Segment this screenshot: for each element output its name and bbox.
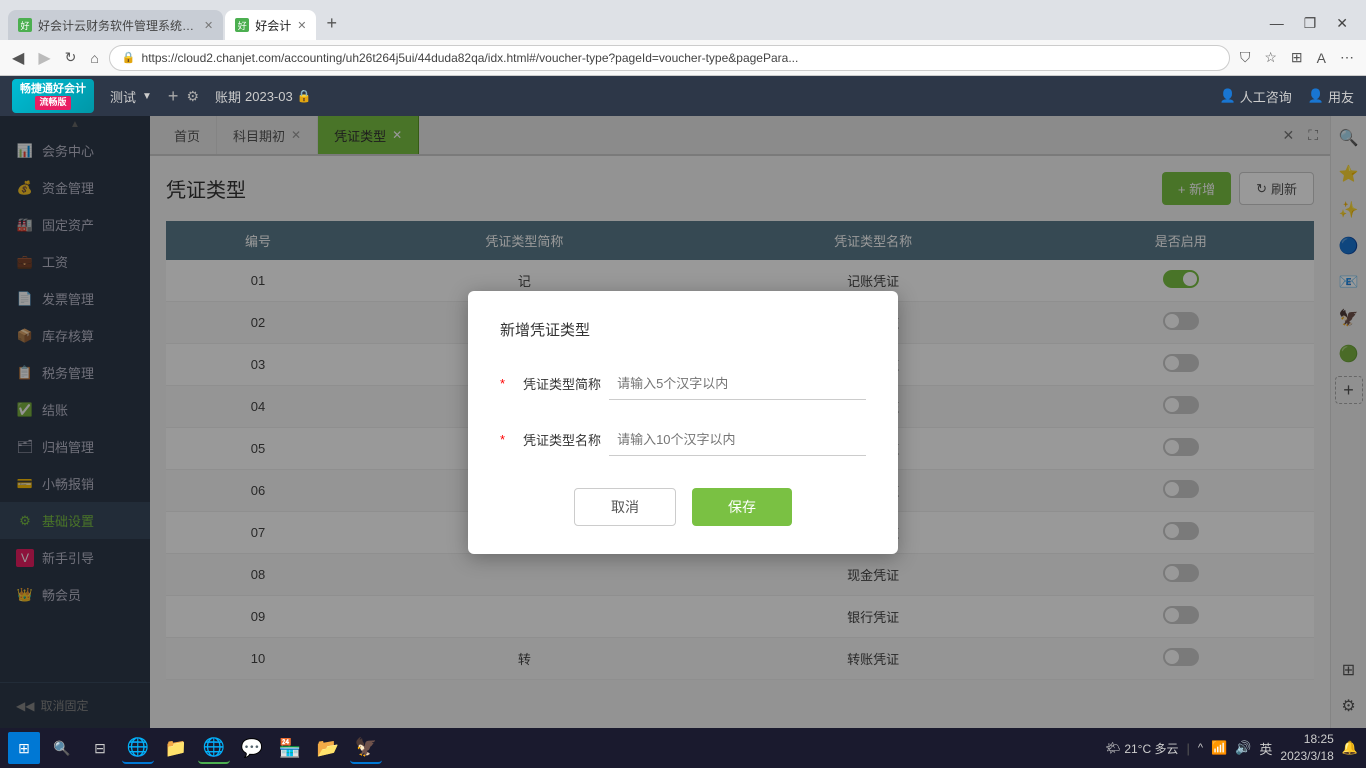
- app-header: 畅捷通好会计 流畅版 测试 ▼ + ⚙ 账期 2023-03 🔒 👤 人工咨询 …: [0, 76, 1366, 116]
- browser-tab-inactive[interactable]: 好 好会计云财务软件管理系统_会计 ✕: [8, 10, 223, 40]
- start-button[interactable]: ⊞: [8, 732, 40, 764]
- weather-icon: 🌤: [1105, 741, 1120, 755]
- close-button[interactable]: ✕: [1330, 13, 1354, 34]
- name-input[interactable]: [609, 424, 866, 456]
- new-tab-button[interactable]: +: [318, 13, 345, 40]
- wechat-taskbar-icon[interactable]: 💬: [236, 732, 268, 764]
- taskbar-wifi-icon: 📶: [1211, 740, 1227, 756]
- short-label: 凭证类型简称: [513, 374, 601, 393]
- window-controls: — ❐ ✕: [1264, 13, 1358, 40]
- taskbar-arrow[interactable]: ^: [1198, 742, 1203, 754]
- period-info: 账期 2023-03 🔒: [215, 87, 312, 106]
- windows-icon: ⊞: [18, 740, 30, 757]
- company-dropdown-icon: ▼: [142, 91, 152, 102]
- home-button[interactable]: ⌂: [86, 48, 102, 68]
- taskbar-volume-icon[interactable]: 🔊: [1235, 740, 1251, 756]
- required-star-name: *: [500, 432, 505, 447]
- taskbar-right: 🌤 21°C 多云 | ^ 📶 🔊 英 18:25 2023/3/18 🔔: [1105, 731, 1358, 765]
- chrome-taskbar-icon[interactable]: 🌐: [198, 732, 230, 764]
- tab-grid-icon[interactable]: ⊞: [1287, 47, 1307, 68]
- logo-sub-badge: 流畅版: [35, 96, 70, 110]
- more-icon[interactable]: ⋯: [1336, 47, 1358, 68]
- user-icon: 👤: [1308, 88, 1324, 104]
- modal-form: * 凭证类型简称 * 凭证类型名称: [500, 368, 866, 456]
- tab2-label: 好会计: [255, 17, 291, 34]
- edge2-taskbar-icon[interactable]: 🦅: [350, 732, 382, 764]
- short-input[interactable]: [609, 368, 866, 400]
- form-row-name: * 凭证类型名称: [500, 424, 866, 456]
- company-selector[interactable]: 测试 ▼: [102, 83, 160, 110]
- address-text: https://cloud2.chanjet.com/accounting/uh…: [142, 51, 1217, 65]
- taskbar-notification[interactable]: 🔔: [1342, 740, 1358, 756]
- taskbar-clock[interactable]: 18:25 2023/3/18: [1280, 731, 1333, 765]
- period-label: 账期: [215, 87, 241, 106]
- tab2-close[interactable]: ✕: [297, 19, 306, 32]
- user-button[interactable]: 👤 用友: [1308, 87, 1354, 106]
- cancel-button[interactable]: 取消: [574, 488, 676, 526]
- forward-button[interactable]: ▶: [34, 46, 54, 70]
- reload-button[interactable]: ↻: [61, 47, 81, 68]
- browser-tab-bar: 好 好会计云财务软件管理系统_会计 ✕ 好 好会计 ✕ +: [8, 0, 1264, 40]
- extensions-icon[interactable]: ⛉: [1236, 47, 1255, 68]
- taskbar-date: 2023/3/18: [1280, 748, 1333, 765]
- modal-overlay: 新增凭证类型 * 凭证类型简称 * 凭证类型名称 取消 保存: [0, 116, 1366, 728]
- search-taskbar[interactable]: 🔍: [46, 732, 78, 764]
- explorer-taskbar-icon[interactable]: 📁: [160, 732, 192, 764]
- logo-main-text: 畅捷通好会计: [20, 82, 86, 96]
- modal-actions: 取消 保存: [500, 488, 866, 526]
- modal-dialog: 新增凭证类型 * 凭证类型简称 * 凭证类型名称 取消 保存: [468, 291, 898, 554]
- bookmark-icon[interactable]: ☆: [1260, 47, 1281, 68]
- company-name: 测试: [110, 87, 136, 106]
- modal-title: 新增凭证类型: [500, 319, 866, 340]
- browser-chrome: 好 好会计云财务软件管理系统_会计 ✕ 好 好会计 ✕ + — ❐ ✕: [0, 0, 1366, 40]
- period-lock-icon: 🔒: [297, 89, 312, 103]
- tab1-label: 好会计云财务软件管理系统_会计: [38, 17, 198, 34]
- taskbar-divider1: |: [1186, 741, 1189, 756]
- app-logo: 畅捷通好会计 流畅版: [12, 79, 94, 113]
- maximize-button[interactable]: ❐: [1298, 13, 1323, 34]
- back-button[interactable]: ◀: [8, 46, 28, 70]
- weather-text: 21°C 多云: [1124, 740, 1178, 757]
- name-label: 凭证类型名称: [513, 430, 601, 449]
- required-star-short: *: [500, 376, 505, 391]
- taskbar: ⊞ 🔍 ⊟ 🌐 📁 🌐 💬 🏪 📂 🦅 🌤 21°C 多云 | ^ 📶 🔊 英 …: [0, 728, 1366, 768]
- edge-taskbar-icon[interactable]: 🌐: [122, 732, 154, 764]
- tab1-close[interactable]: ✕: [204, 19, 213, 32]
- tab2-favicon: 好: [235, 18, 249, 32]
- help-button[interactable]: 👤 人工咨询: [1220, 87, 1292, 106]
- store-taskbar-icon[interactable]: 🏪: [274, 732, 306, 764]
- address-bar: ◀ ▶ ↻ ⌂ 🔒 https://cloud2.chanjet.com/acc…: [0, 40, 1366, 76]
- task-view-button[interactable]: ⊟: [84, 732, 116, 764]
- minimize-button[interactable]: —: [1264, 13, 1290, 34]
- browser-settings-icon[interactable]: A: [1313, 48, 1330, 68]
- save-button[interactable]: 保存: [692, 488, 792, 526]
- add-company-button[interactable]: +: [168, 86, 179, 107]
- taskbar-time: 18:25: [1280, 731, 1333, 748]
- tab1-favicon: 好: [18, 18, 32, 32]
- help-icon: 👤: [1220, 88, 1236, 104]
- header-settings-icon[interactable]: ⚙: [186, 88, 199, 105]
- user-label: 用友: [1328, 87, 1354, 106]
- browser-tab-active[interactable]: 好 好会计 ✕: [225, 10, 316, 40]
- period-value: 2023-03: [245, 89, 293, 104]
- app-layout: ▲ 📊 会务中心 💰 资金管理 🏭 固定资产 💼 工资 📄 发票管理 📦 库存核…: [0, 116, 1366, 728]
- help-label: 人工咨询: [1240, 87, 1292, 106]
- files-taskbar-icon[interactable]: 📂: [312, 732, 344, 764]
- taskbar-lang[interactable]: 英: [1259, 739, 1272, 758]
- form-row-short: * 凭证类型简称: [500, 368, 866, 400]
- header-right: 👤 人工咨询 👤 用友: [1220, 87, 1354, 106]
- lock-icon: 🔒: [122, 51, 136, 64]
- taskbar-weather[interactable]: 🌤 21°C 多云: [1105, 740, 1178, 757]
- address-input-bar[interactable]: 🔒 https://cloud2.chanjet.com/accounting/…: [109, 45, 1230, 71]
